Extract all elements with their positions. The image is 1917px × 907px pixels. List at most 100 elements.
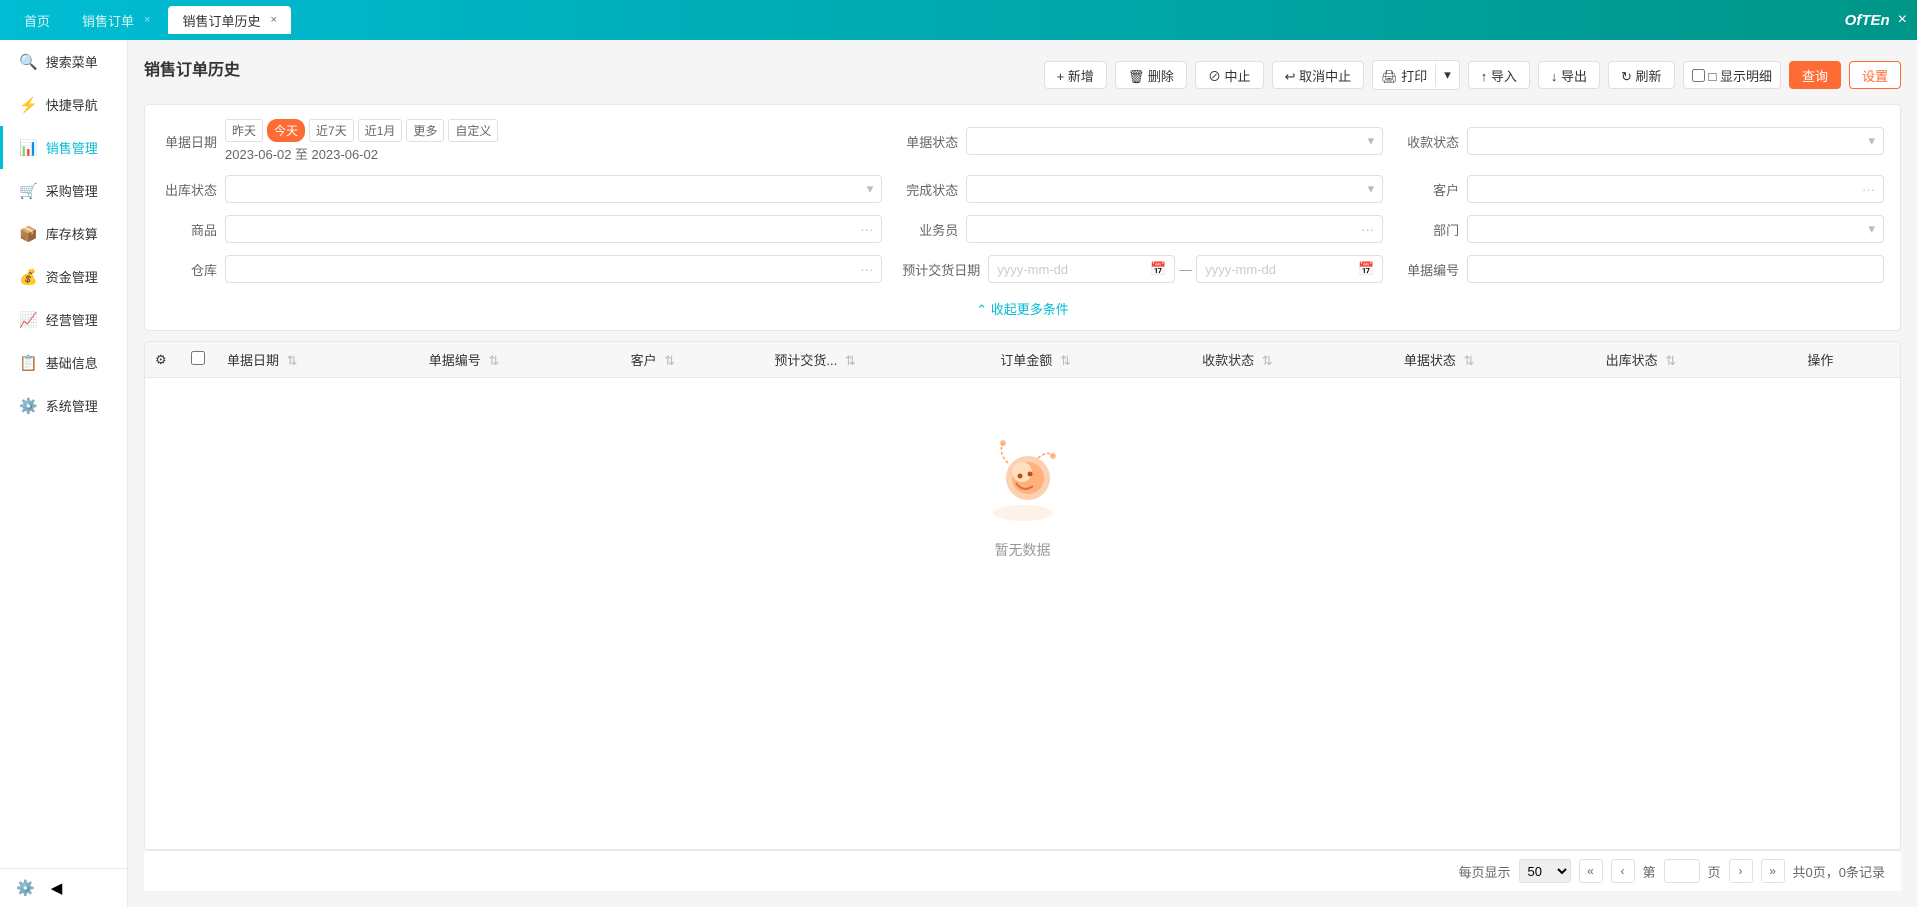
th-settings[interactable]: ⚙ (145, 342, 181, 378)
print-button[interactable]: 🖨 打印 (1373, 61, 1435, 89)
select-all-checkbox[interactable] (191, 351, 205, 365)
th-expected-date-sort[interactable]: ⇅ (845, 353, 856, 368)
tab-sales-order-close[interactable]: × (144, 14, 150, 26)
collapse-label[interactable]: ⌃ 收起更多条件 (976, 299, 1069, 318)
page-size-select[interactable]: 50 10 20 100 (1519, 859, 1571, 883)
date-btn-last1m[interactable]: 近1月 (358, 119, 403, 142)
th-delivery-status[interactable]: 出库状态 ⇅ (1596, 342, 1798, 378)
stop-button[interactable]: ⊘ 中止 (1195, 61, 1264, 89)
calendar-to-icon[interactable]: 📅 (1358, 261, 1374, 277)
expected-date-to[interactable]: yyyy-mm-dd 📅 (1196, 255, 1383, 283)
collapse-row[interactable]: ⌃ 收起更多条件 (161, 295, 1884, 322)
receipt-status-control[interactable]: ▾ (1467, 127, 1884, 155)
th-doc-status-sort[interactable]: ⇅ (1464, 353, 1475, 368)
date-separator: — (1179, 262, 1192, 277)
sidebar-item-finance-mgmt[interactable]: 💰 资金管理 (0, 255, 127, 298)
empty-text: 暂无数据 (995, 540, 1051, 560)
th-order-amount-sort[interactable]: ⇅ (1060, 353, 1071, 368)
th-doc-date[interactable]: 单据日期 ⇅ (217, 342, 419, 378)
cancel-stop-button[interactable]: ↩ 取消中止 (1272, 61, 1365, 89)
topbar-close-btn[interactable]: × (1898, 11, 1907, 29)
salesperson-label: 业务员 (902, 220, 958, 239)
calendar-from-icon[interactable]: 📅 (1150, 261, 1166, 277)
th-delivery-status-sort[interactable]: ⇅ (1665, 353, 1676, 368)
th-receipt-status[interactable]: 收款状态 ⇅ (1192, 342, 1394, 378)
receipt-status-label: 收款状态 (1403, 132, 1459, 151)
print-arrow-btn[interactable]: ▾ (1436, 61, 1459, 89)
sidebar-settings-icon[interactable]: ⚙️ (16, 879, 35, 897)
sidebar-item-basic-info[interactable]: 📋 基础信息 (0, 341, 127, 384)
filter-expected-date: 预计交货日期 yyyy-mm-dd 📅 — yyyy-mm-dd 📅 (902, 255, 1383, 283)
filter-doc-number: 单据编号 (1403, 255, 1884, 283)
settings-button[interactable]: 设置 (1849, 61, 1901, 89)
department-control[interactable]: ▾ (1467, 215, 1884, 243)
doc-status-control[interactable]: ▾ (966, 127, 1383, 155)
tab-sales-order-history-close[interactable]: × (270, 14, 276, 26)
goods-control[interactable]: ··· (225, 215, 882, 243)
th-order-amount[interactable]: 订单金额 ⇅ (990, 342, 1192, 378)
display-cols-checkbox[interactable] (1692, 69, 1705, 82)
new-button[interactable]: + 新增 (1044, 61, 1107, 89)
sidebar-item-purchase-mgmt-label: 采购管理 (46, 181, 98, 200)
last-page-btn[interactable]: » (1761, 859, 1785, 883)
warehouse-control[interactable]: ··· (225, 255, 882, 283)
date-btn-yesterday[interactable]: 昨天 (225, 119, 263, 142)
date-btn-last7[interactable]: 近7天 (309, 119, 354, 142)
th-checkbox[interactable] (181, 342, 217, 378)
tab-sales-order[interactable]: 销售订单 × (68, 6, 164, 34)
salesperson-dots: ··· (1361, 222, 1374, 237)
warehouse-label: 仓库 (161, 260, 217, 279)
settings-icon[interactable]: ⚙ (155, 352, 167, 367)
th-delivery-status-label: 出库状态 (1606, 353, 1658, 368)
complete-status-control[interactable]: ▾ (966, 175, 1383, 203)
import-button[interactable]: ↑ 导入 (1468, 61, 1530, 89)
th-customer-sort[interactable]: ⇅ (664, 353, 675, 368)
sidebar-item-inventory-check[interactable]: 📦 库存核算 (0, 212, 127, 255)
delivery-status-label: 出库状态 (161, 180, 217, 199)
salesperson-control[interactable]: ··· (966, 215, 1383, 243)
date-btn-custom[interactable]: 自定义 (448, 119, 498, 142)
sidebar-item-operations-mgmt[interactable]: 📈 经营管理 (0, 298, 127, 341)
query-button[interactable]: 查询 (1789, 61, 1841, 89)
doc-number-label: 单据编号 (1403, 260, 1459, 279)
th-doc-status[interactable]: 单据状态 ⇅ (1394, 342, 1596, 378)
sidebar-item-system-mgmt[interactable]: ⚙️ 系统管理 (0, 384, 127, 427)
current-page-input[interactable]: 1 (1664, 859, 1700, 883)
sidebar-item-search-menu[interactable]: 🔍 搜索菜单 (0, 40, 127, 83)
refresh-button[interactable]: ↻ 刷新 (1608, 61, 1675, 89)
th-expected-date[interactable]: 预计交货... ⇅ (764, 342, 990, 378)
th-receipt-status-sort[interactable]: ⇅ (1262, 353, 1273, 368)
tab-sales-order-history[interactable]: 销售订单历史 × (168, 6, 290, 34)
customer-dots: ··· (1862, 182, 1875, 197)
next-page-btn[interactable]: › (1729, 859, 1753, 883)
th-doc-date-sort[interactable]: ⇅ (287, 353, 298, 368)
sidebar-item-sales-mgmt[interactable]: 📊 销售管理 (0, 126, 127, 169)
prev-page-btn[interactable]: ‹ (1611, 859, 1635, 883)
sidebar-collapse-icon[interactable]: ◀ (51, 879, 63, 897)
th-doc-number-sort[interactable]: ⇅ (488, 353, 499, 368)
doc-number-control[interactable] (1467, 255, 1884, 283)
delete-button[interactable]: 🗑 删除 (1115, 61, 1187, 89)
th-doc-number[interactable]: 单据编号 ⇅ (419, 342, 621, 378)
delivery-status-control[interactable]: ▾ (225, 175, 882, 203)
print-button-group[interactable]: 🖨 打印 ▾ (1372, 60, 1460, 90)
sidebar-item-quick-nav[interactable]: ⚡ 快捷导航 (0, 83, 127, 126)
delivery-status-arrow: ▾ (867, 181, 874, 197)
sidebar-item-quick-nav-label: 快捷导航 (46, 95, 98, 114)
first-page-btn[interactable]: « (1579, 859, 1603, 883)
export-button[interactable]: ↓ 导出 (1538, 61, 1600, 89)
customer-control[interactable]: ··· (1467, 175, 1884, 203)
sidebar-item-purchase-mgmt[interactable]: 🛒 采购管理 (0, 169, 127, 212)
date-btn-today[interactable]: 今天 (267, 119, 305, 142)
display-cols-button[interactable]: □ 显示明细 (1683, 61, 1781, 89)
sidebar-item-inventory-check-label: 库存核算 (46, 224, 98, 243)
data-table: ⚙ 单据日期 ⇅ 单据编号 ⇅ (145, 342, 1900, 620)
th-customer[interactable]: 客户 ⇅ (621, 342, 765, 378)
goods-dots: ··· (860, 222, 873, 237)
complete-status-arrow: ▾ (1368, 181, 1375, 197)
filter-receipt-status: 收款状态 ▾ (1403, 127, 1884, 155)
expected-date-from[interactable]: yyyy-mm-dd 📅 (988, 255, 1175, 283)
tab-home[interactable]: 首页 (10, 6, 64, 34)
date-btn-more[interactable]: 更多 (406, 119, 444, 142)
pagination-bar: 每页显示 50 10 20 100 « ‹ 第 1 页 › » 共0页，0条记录 (144, 850, 1901, 891)
